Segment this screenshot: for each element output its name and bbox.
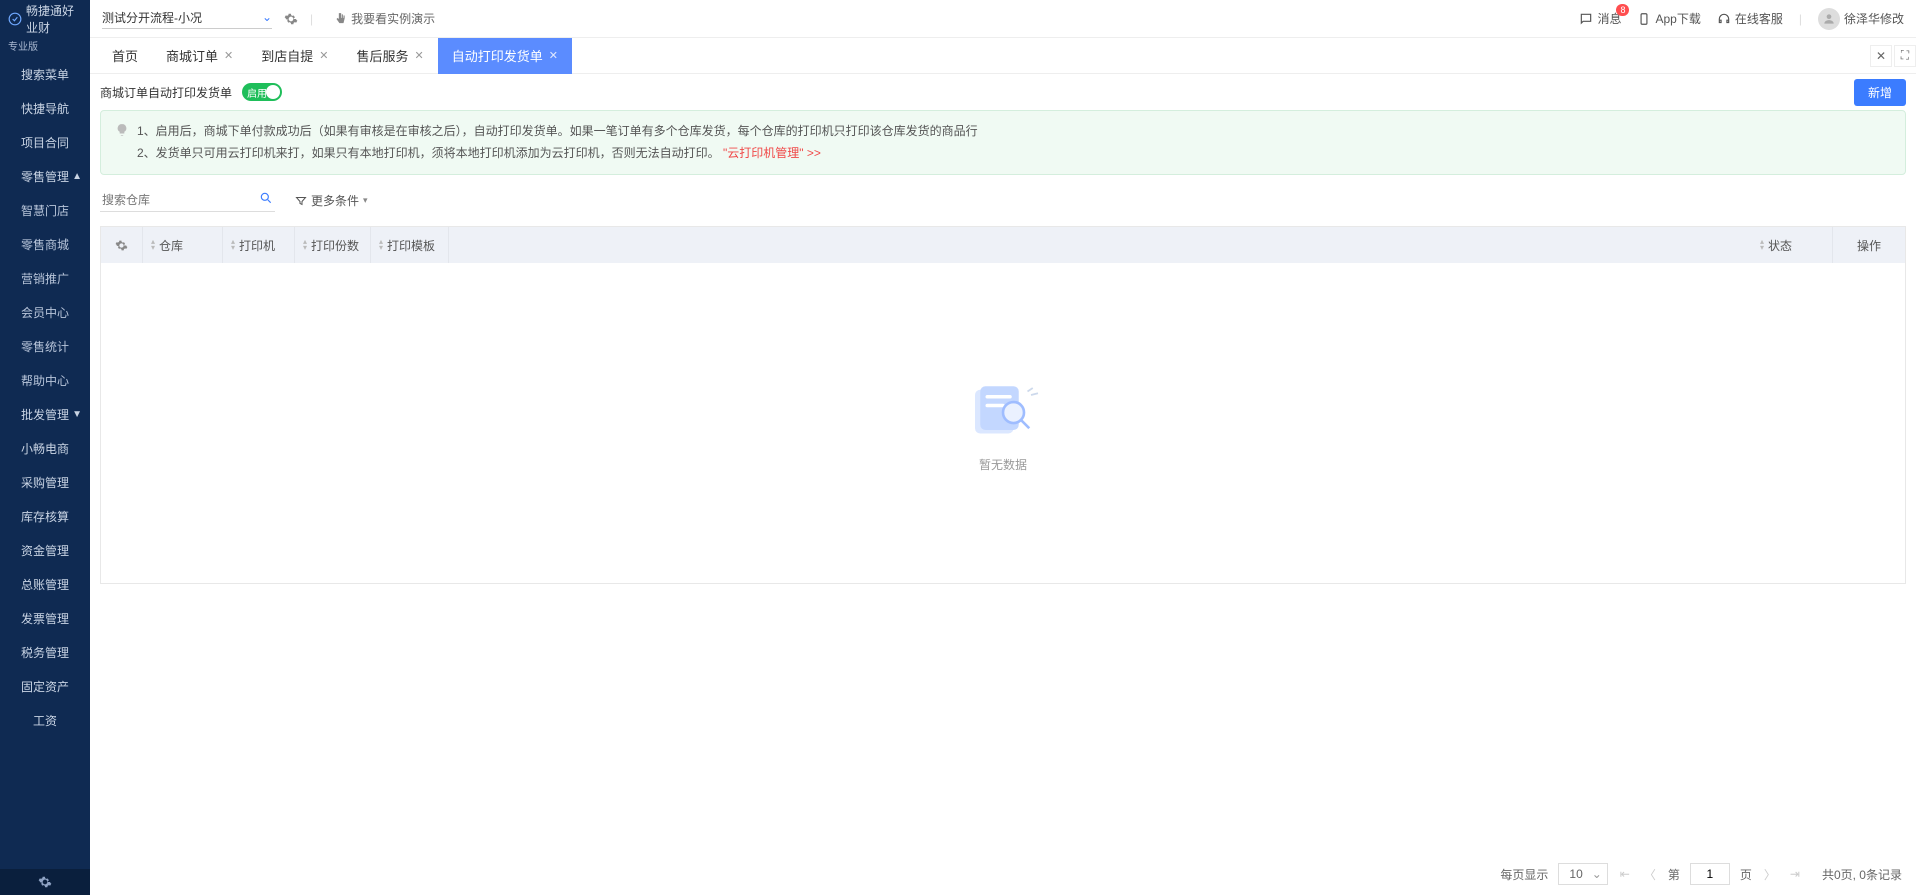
sidebar-item-12[interactable]: 采购管理 (0, 465, 90, 499)
brand-edition: 专业版 (0, 38, 90, 57)
tabbar: 首页商城订单✕到店自提✕售后服务✕自动打印发货单✕ ✕ ⛶ (90, 38, 1916, 74)
sidebar-item-6[interactable]: 营销推广 (0, 261, 90, 295)
close-icon[interactable]: ✕ (319, 49, 328, 62)
avatar (1818, 8, 1840, 30)
hand-icon (333, 12, 347, 26)
sidebar-settings[interactable] (0, 869, 90, 895)
brand-name: 畅捷通好业财 (26, 2, 82, 36)
filter-icon (295, 195, 307, 207)
tab-1[interactable]: 商城订单✕ (152, 38, 247, 74)
fullscreen-button[interactable]: ⛶ (1894, 45, 1916, 67)
caret-icon: ▲ (72, 171, 82, 182)
sidebar-item-16[interactable]: 发票管理 (0, 601, 90, 635)
sidebar-item-1[interactable]: 快捷导航 (0, 91, 90, 125)
empty-state: 暂无数据 (101, 263, 1905, 583)
tab-3[interactable]: 售后服务✕ (342, 38, 437, 74)
pager-summary: 共0页, 0条记录 (1822, 866, 1902, 883)
close-icon[interactable]: ✕ (549, 49, 558, 62)
gear-icon (284, 12, 298, 26)
sidebar-item-7[interactable]: 会员中心 (0, 295, 90, 329)
chevron-down-icon: ⌄ (262, 10, 272, 24)
breadcrumb-settings[interactable] (284, 12, 298, 26)
gear-icon (115, 239, 128, 252)
page-next[interactable]: 〉 (1762, 866, 1778, 883)
sidebar-item-0[interactable]: 搜索菜单 (0, 57, 90, 91)
empty-text: 暂无数据 (979, 456, 1027, 473)
bulb-icon (115, 123, 129, 164)
col-warehouse[interactable]: ▴▾仓库 (143, 227, 223, 263)
cloud-printer-link[interactable]: "云打印机管理" >> (723, 146, 821, 160)
add-button[interactable]: 新增 (1854, 79, 1906, 106)
col-status[interactable]: ▴▾状态 (449, 227, 1833, 263)
info-line-1: 1、启用后，商城下单付款成功后（如果有审核是在审核之后），自动打印发货单。如果一… (137, 121, 978, 143)
tab-2[interactable]: 到店自提✕ (247, 38, 342, 74)
gear-icon (38, 875, 52, 889)
page-prev[interactable]: 〈 (1642, 866, 1658, 883)
sidebar-item-15[interactable]: 总账管理 (0, 567, 90, 601)
sidebar-item-17[interactable]: 税务管理 (0, 635, 90, 669)
user-icon (1822, 12, 1836, 26)
sidebar-item-10[interactable]: 批发管理▼ (0, 397, 90, 431)
demo-link[interactable]: 我要看实例演示 (333, 10, 435, 27)
message-badge: 8 (1616, 4, 1629, 16)
search-icon[interactable] (259, 191, 273, 205)
user-menu[interactable]: 徐泽华修改 (1818, 8, 1904, 30)
download-button[interactable]: App下载 (1637, 10, 1700, 27)
col-printer[interactable]: ▴▾打印机 (223, 227, 295, 263)
info-box: 1、启用后，商城下单付款成功后（如果有审核是在审核之后），自动打印发货单。如果一… (100, 110, 1906, 175)
headset-icon (1717, 12, 1731, 26)
logo-icon (8, 10, 22, 28)
sidebar-item-13[interactable]: 库存核算 (0, 499, 90, 533)
tab-close-all[interactable]: ✕ (1870, 45, 1892, 67)
sidebar-item-4[interactable]: 智慧门店 (0, 193, 90, 227)
page-size-select[interactable]: 10 ⌄ (1558, 863, 1607, 885)
col-copies[interactable]: ▴▾打印份数 (295, 227, 371, 263)
phone-icon (1637, 12, 1651, 26)
close-icon[interactable]: ✕ (415, 49, 424, 62)
sidebar-item-9[interactable]: 帮助中心 (0, 363, 90, 397)
sidebar-item-18[interactable]: 固定资产 (0, 669, 90, 703)
breadcrumb[interactable]: 测试分开流程-小况 ⌄ (102, 9, 272, 29)
sidebar-item-11[interactable]: 小畅电商 (0, 431, 90, 465)
more-conditions[interactable]: 更多条件 ▾ (295, 192, 368, 209)
sidebar-item-19[interactable]: 工资 (0, 703, 90, 737)
enable-toggle[interactable]: 启用 (242, 83, 282, 101)
sidebar: 畅捷通好业财 专业版 搜索菜单快捷导航项目合同零售管理▲智慧门店零售商城营销推广… (0, 0, 90, 895)
sidebar-item-8[interactable]: 零售统计 (0, 329, 90, 363)
empty-icon (958, 374, 1048, 444)
customer-service-button[interactable]: 在线客服 (1717, 10, 1783, 27)
col-action: 操作 (1833, 227, 1905, 263)
data-table: ▴▾仓库 ▴▾打印机 ▴▾打印份数 ▴▾打印模板 ▴▾状态 操作 暂无数据 (100, 226, 1906, 584)
tab-4[interactable]: 自动打印发货单✕ (438, 38, 572, 74)
chevron-down-icon: ▾ (363, 195, 368, 206)
topbar: 测试分开流程-小况 ⌄ | 我要看实例演示 消息 8 App下载 (90, 0, 1916, 38)
chat-icon (1579, 12, 1593, 26)
tab-0[interactable]: 首页 (98, 38, 152, 74)
breadcrumb-title: 测试分开流程-小况 (102, 9, 202, 26)
messages-button[interactable]: 消息 8 (1579, 10, 1621, 27)
search-input[interactable] (100, 189, 275, 212)
page-last[interactable]: ⇥ (1788, 867, 1802, 881)
sidebar-item-5[interactable]: 零售商城 (0, 227, 90, 261)
close-icon[interactable]: ✕ (224, 49, 233, 62)
col-template[interactable]: ▴▾打印模板 (371, 227, 449, 263)
sidebar-item-3[interactable]: 零售管理▲ (0, 159, 90, 193)
logo: 畅捷通好业财 (0, 0, 90, 38)
sidebar-item-2[interactable]: 项目合同 (0, 125, 90, 159)
pager: 每页显示 10 ⌄ ⇤ 〈 第 页 〉 ⇥ 共0页, 0条记录 (1500, 863, 1902, 885)
caret-icon: ▼ (72, 409, 82, 420)
sidebar-item-14[interactable]: 资金管理 (0, 533, 90, 567)
page-first[interactable]: ⇤ (1618, 867, 1632, 881)
column-settings[interactable] (101, 227, 143, 263)
info-line-2: 2、发货单只可用云打印机来打，如果只有本地打印机，须将本地打印机添加为云打印机，… (137, 143, 978, 165)
search-box (100, 189, 275, 212)
subheader-label: 商城订单自动打印发货单 (100, 84, 232, 101)
page-input[interactable] (1690, 863, 1730, 885)
subheader: 商城订单自动打印发货单 启用 新增 (90, 74, 1916, 110)
